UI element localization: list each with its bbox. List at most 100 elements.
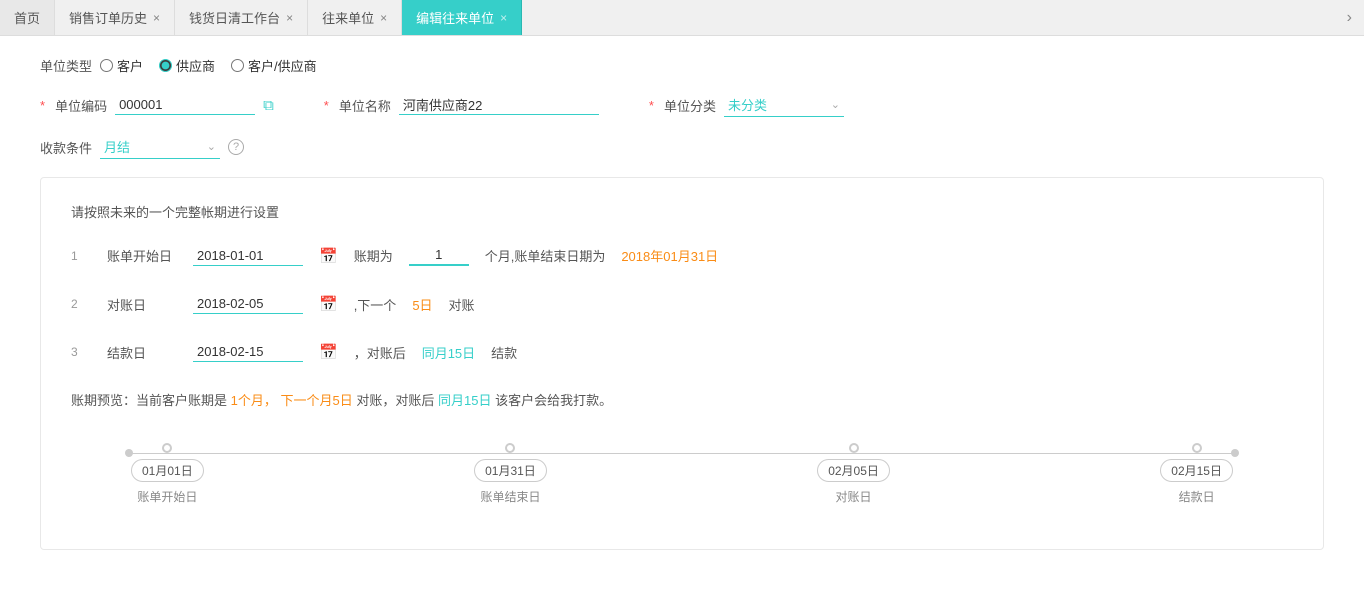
row-3-same-month: 同月15日: [422, 343, 475, 362]
payment-terms-item: 收款条件 月结 ⌄ ?: [40, 135, 244, 159]
row-3-cal-icon[interactable]: 📅: [319, 343, 338, 361]
row-3-date-input[interactable]: [193, 342, 303, 362]
node-label-2: 账单结束日: [480, 488, 540, 505]
unit-category-item: * 单位分类 未分类 ⌄: [649, 93, 844, 117]
preview-section: 账期预览：当前客户账期是 1个月， 下一个月5日 对账，对账后 同月15日 该客…: [71, 390, 1293, 409]
setting-row-1: 1 账单开始日 📅 账期为 个月,账单结束日期为 2018年01月31日: [71, 245, 1293, 266]
payment-terms-arrow: ⌄: [207, 140, 216, 153]
tab-home-label: 首页: [14, 8, 40, 27]
tab-cash-desk-label: 钱货日清工作台: [189, 8, 280, 27]
row-3-desc-prefix: ，对账后: [354, 343, 406, 362]
row-2-desc-prefix: ,下一个: [354, 295, 397, 314]
radio-customer-label: 客户: [117, 56, 143, 75]
row-1-cal-icon[interactable]: 📅: [319, 247, 338, 265]
node-label-4: 结款日: [1179, 488, 1215, 505]
timeline-node-3: 02月05日 对账日: [817, 443, 890, 505]
section-title: 请按照未来的一个完整帐期进行设置: [71, 202, 1293, 221]
radio-customer[interactable]: 客户: [100, 56, 143, 75]
row-2-label: 对账日: [107, 295, 177, 314]
node-dot-1: [162, 443, 172, 453]
tab-sales-history-label: 销售订单历史: [69, 8, 147, 27]
row-3-label: 结款日: [107, 343, 177, 362]
preview-period: 1个月，: [231, 393, 277, 408]
unit-name-input[interactable]: [399, 95, 599, 115]
preview-end: 该客户会给我打款。: [495, 393, 612, 408]
unit-code-copy-icon[interactable]: ⧉: [263, 97, 274, 114]
main-content: 单位类型 客户 供应商 客户/供应商 * 单位编码: [0, 36, 1364, 608]
timeline-node-4: 02月15日 结款日: [1160, 443, 1233, 505]
preview-next: 下一个月5日: [281, 393, 353, 408]
radio-both-label: 客户/供应商: [248, 56, 317, 75]
tab-partner-close[interactable]: ×: [380, 11, 387, 25]
setting-row-2: 2 对账日 📅 ,下一个 5日 对账: [71, 294, 1293, 314]
row-1-period-input[interactable]: [409, 245, 469, 266]
payment-terms-help-icon[interactable]: ?: [228, 139, 244, 155]
node-tag-4: 02月15日: [1160, 459, 1233, 482]
row-2-cal-icon[interactable]: 📅: [319, 295, 338, 313]
unit-type-item: 单位类型 客户 供应商 客户/供应商: [40, 56, 317, 75]
node-dot-3: [849, 443, 859, 453]
timeline-node-1: 01月01日 账单开始日: [131, 443, 204, 505]
preview-middle: 对账，对账后: [356, 393, 434, 408]
node-label-1: 账单开始日: [137, 488, 197, 505]
node-label-3: 对账日: [836, 488, 872, 505]
row-1-label: 账单开始日: [107, 246, 177, 265]
unit-category-label: 单位分类: [664, 96, 716, 115]
tab-bar: 首页 销售订单历史 × 钱货日清工作台 × 往来单位 × 编辑往来单位 × ›: [0, 0, 1364, 36]
unit-name-label: 单位名称: [339, 96, 391, 115]
unit-name-star: *: [324, 98, 329, 113]
unit-code-label: 单位编码: [55, 96, 107, 115]
radio-group-unit-type: 客户 供应商 客户/供应商: [100, 56, 317, 75]
tab-edit-partner-close[interactable]: ×: [500, 11, 507, 25]
tab-edit-partner[interactable]: 编辑往来单位 ×: [402, 0, 522, 35]
row-2-num: 2: [71, 297, 91, 311]
unit-name-item: * 单位名称: [324, 95, 599, 115]
setting-row-3: 3 结款日 📅 ，对账后 同月15日 结款: [71, 342, 1293, 362]
node-tag-1: 01月01日: [131, 459, 204, 482]
radio-customer-input[interactable]: [100, 59, 113, 72]
tab-cash-desk-close[interactable]: ×: [286, 11, 293, 25]
unit-category-arrow: ⌄: [831, 98, 840, 111]
tab-sales-history-close[interactable]: ×: [153, 11, 160, 25]
tab-more-button[interactable]: ›: [1335, 0, 1364, 35]
timeline-nodes: 01月01日 账单开始日 01月31日 账单结束日 02月05日 对账日 02月…: [71, 443, 1293, 505]
node-dot-4: [1192, 443, 1202, 453]
row-2-desc-suffix: 对账: [449, 295, 475, 314]
radio-supplier-label: 供应商: [176, 56, 215, 75]
tab-partner-label: 往来单位: [322, 8, 374, 27]
row-1-desc-before: 账期为: [354, 246, 393, 265]
unit-code-input[interactable]: [115, 95, 255, 115]
unit-code-item: * 单位编码 ⧉: [40, 95, 274, 115]
payment-terms-select[interactable]: 月结 ⌄: [100, 135, 220, 159]
payment-terms-value: 月结: [104, 137, 203, 156]
tab-sales-history[interactable]: 销售订单历史 ×: [55, 0, 175, 35]
payment-terms-row: 收款条件 月结 ⌄ ?: [40, 135, 1324, 159]
unit-category-select[interactable]: 未分类 ⌄: [724, 93, 844, 117]
row-1-date-input[interactable]: [193, 246, 303, 266]
node-tag-2: 01月31日: [474, 459, 547, 482]
unit-info-row: * 单位编码 ⧉ * 单位名称 * 单位分类 未分类 ⌄: [40, 93, 1324, 117]
radio-supplier-input[interactable]: [159, 59, 172, 72]
settings-section: 请按照未来的一个完整帐期进行设置 1 账单开始日 📅 账期为 个月,账单结束日期…: [40, 177, 1324, 550]
unit-type-label: 单位类型: [40, 56, 92, 75]
tab-cash-desk[interactable]: 钱货日清工作台 ×: [175, 0, 308, 35]
row-2-date-input[interactable]: [193, 294, 303, 314]
row-1-num: 1: [71, 249, 91, 263]
row-3-num: 3: [71, 345, 91, 359]
unit-type-row: 单位类型 客户 供应商 客户/供应商: [40, 56, 1324, 75]
node-tag-3: 02月05日: [817, 459, 890, 482]
preview-label: 账期预览：当前客户账期是: [71, 393, 227, 408]
radio-both-input[interactable]: [231, 59, 244, 72]
row-1-desc-mid: 个月,账单结束日期为: [485, 246, 606, 265]
radio-supplier[interactable]: 供应商: [159, 56, 215, 75]
unit-category-star: *: [649, 98, 654, 113]
unit-code-star: *: [40, 98, 45, 113]
timeline: 01月01日 账单开始日 01月31日 账单结束日 02月05日 对账日 02月…: [71, 433, 1293, 525]
tab-home[interactable]: 首页: [0, 0, 55, 35]
payment-terms-label: 收款条件: [40, 138, 92, 157]
tab-partner[interactable]: 往来单位 ×: [308, 0, 402, 35]
row-3-desc-suffix: 结款: [491, 343, 517, 362]
row-2-next-date: 5日: [412, 295, 432, 314]
row-1-end-date: 2018年01月31日: [621, 246, 718, 265]
radio-both[interactable]: 客户/供应商: [231, 56, 317, 75]
